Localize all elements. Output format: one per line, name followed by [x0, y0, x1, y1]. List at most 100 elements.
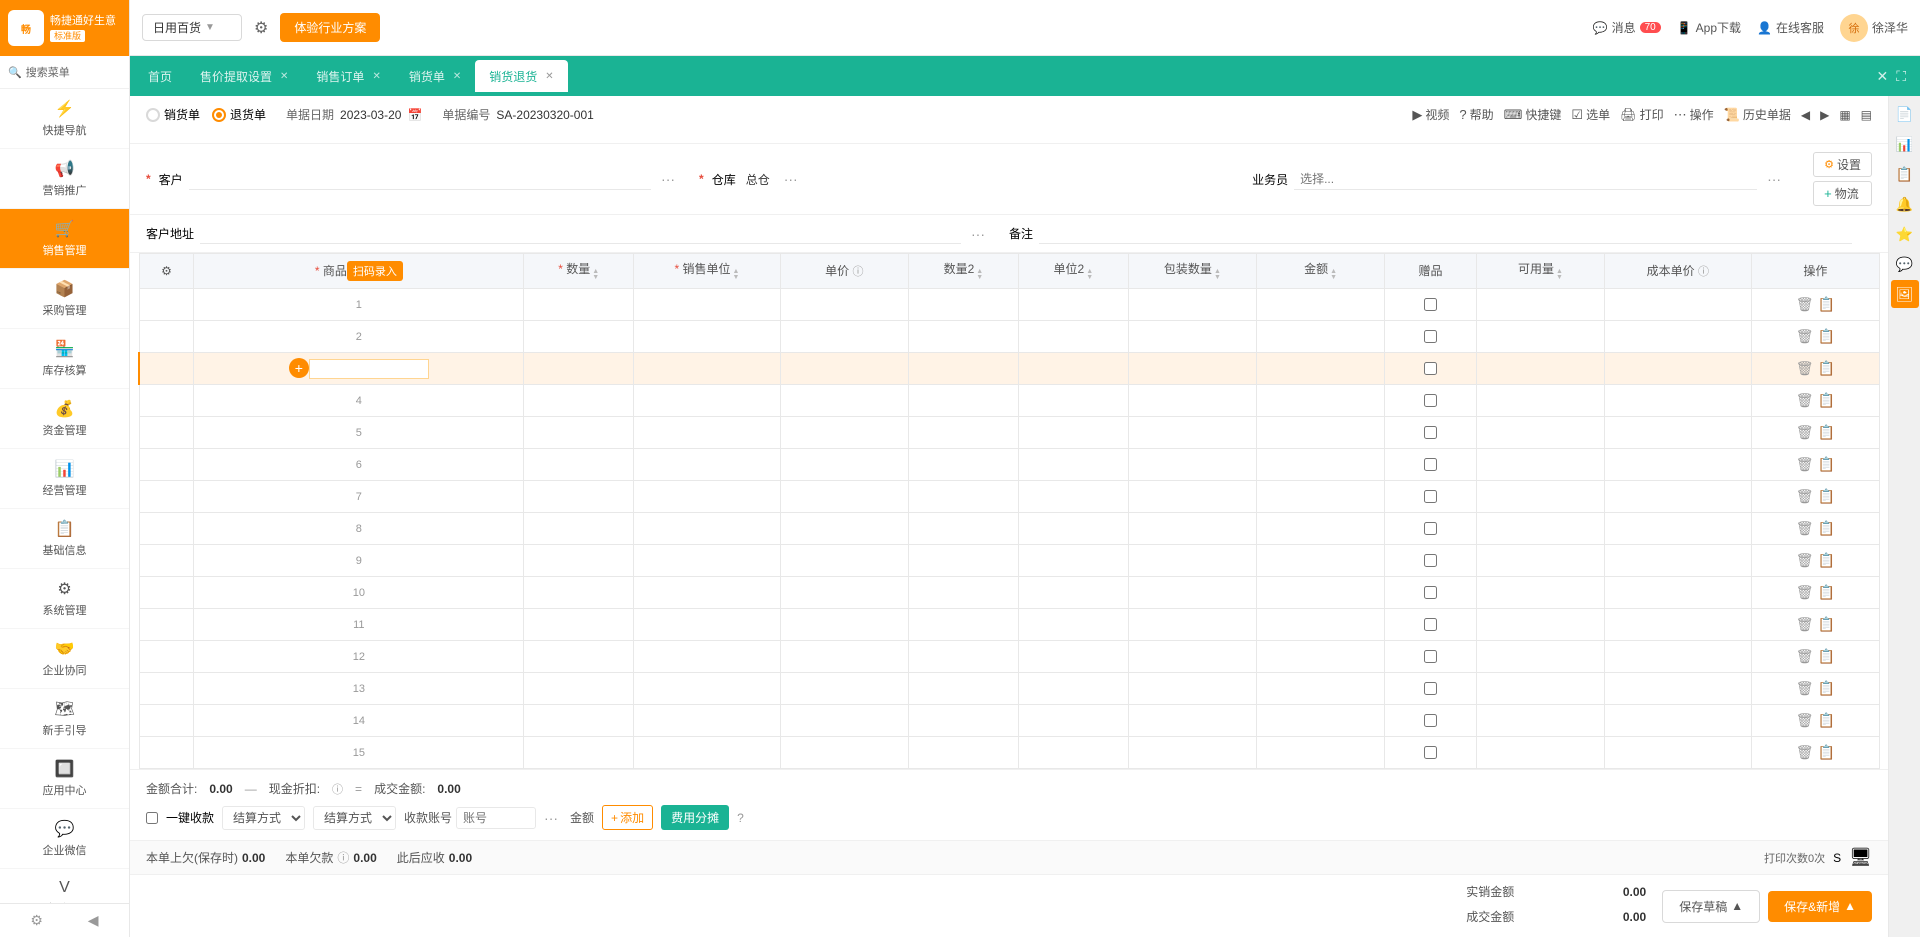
online-service-item[interactable]: 👤 在线客服 — [1757, 19, 1824, 36]
tab-2[interactable]: 销售订单✕ — [302, 60, 394, 92]
account-input[interactable] — [456, 807, 536, 829]
product-cell-12[interactable]: 12 — [194, 640, 524, 672]
scan-button[interactable]: 扫码录入 — [347, 261, 403, 281]
av-cell-5[interactable] — [1476, 416, 1604, 448]
delete-btn-11[interactable]: 🗑 — [1796, 616, 1814, 633]
q2-cell-11[interactable] — [908, 608, 1018, 640]
av-cell-11[interactable] — [1476, 608, 1604, 640]
product-cell-2[interactable]: 2 — [194, 320, 524, 352]
u2-cell-12[interactable] — [1018, 640, 1128, 672]
qty-cell-11[interactable] — [524, 608, 634, 640]
tab-close-3[interactable]: ✕ — [453, 71, 461, 82]
sidebar-settings-btn[interactable]: ⚙ — [30, 912, 43, 929]
cp-cell-13[interactable] — [1605, 672, 1752, 704]
amt-cell-6[interactable] — [1257, 448, 1385, 480]
up-cell-8[interactable] — [780, 512, 908, 544]
tab-1[interactable]: 售价提取设置✕ — [186, 60, 302, 92]
u2-cell-2[interactable] — [1018, 320, 1128, 352]
q2-cell-1[interactable] — [908, 288, 1018, 320]
up-cell-9[interactable] — [780, 544, 908, 576]
product-cell-3[interactable]: + — [194, 352, 524, 384]
qty-cell-5[interactable] — [524, 416, 634, 448]
toolbar-history[interactable]: 📜历史单据 — [1724, 106, 1791, 123]
sidebar-item-shortcut[interactable]: ⚡快捷导航 — [0, 89, 129, 149]
gift-checkbox-3[interactable] — [1424, 362, 1437, 375]
toolbar-help[interactable]: ?帮助 — [1459, 106, 1493, 123]
amt-cell-4[interactable] — [1257, 384, 1385, 416]
radio-return[interactable]: 退货单 — [212, 106, 266, 123]
delete-btn-3[interactable]: 🗑 — [1796, 360, 1814, 377]
tab-3[interactable]: 销货单✕ — [395, 60, 475, 92]
qty-cell-7[interactable] — [524, 480, 634, 512]
gift-checkbox-6[interactable] — [1424, 458, 1437, 471]
cp-cell-6[interactable] — [1605, 448, 1752, 480]
calendar-icon[interactable]: 📅 — [407, 108, 422, 122]
qty-cell-2[interactable] — [524, 320, 634, 352]
toolbar-print[interactable]: 🖨打印 — [1620, 106, 1664, 123]
amt-cell-8[interactable] — [1257, 512, 1385, 544]
sidebar-item-wechat[interactable]: 💬企业微信 — [0, 809, 129, 869]
warehouse-dots[interactable]: ··· — [780, 171, 802, 187]
user-item[interactable]: 徐 徐泽华 — [1840, 14, 1908, 42]
cp-cell-2[interactable] — [1605, 320, 1752, 352]
qty-cell-14[interactable] — [524, 704, 634, 736]
tabs-expand-btn[interactable]: ⛶ — [1894, 66, 1908, 87]
gift-checkbox-9[interactable] — [1424, 554, 1437, 567]
product-cell-5[interactable]: 5 — [194, 416, 524, 448]
sidebar-item-apps[interactable]: 🔲应用中心 — [0, 749, 129, 809]
add-button[interactable]: + 添加 — [602, 805, 653, 830]
product-cell-4[interactable]: 4 — [194, 384, 524, 416]
up-cell-12[interactable] — [780, 640, 908, 672]
pq-cell-3[interactable] — [1128, 352, 1256, 384]
av-cell-12[interactable] — [1476, 640, 1604, 672]
su-cell-11[interactable] — [634, 608, 781, 640]
q2-cell-5[interactable] — [908, 416, 1018, 448]
account-dots[interactable]: ··· — [540, 810, 562, 826]
u2-cell-9[interactable] — [1018, 544, 1128, 576]
up-cell-2[interactable] — [780, 320, 908, 352]
remark-input[interactable] — [1039, 223, 1852, 244]
u2-cell-4[interactable] — [1018, 384, 1128, 416]
delete-btn-2[interactable]: 🗑 — [1796, 328, 1814, 345]
delete-btn-10[interactable]: 🗑 — [1796, 584, 1814, 601]
qty-cell-1[interactable] — [524, 288, 634, 320]
pq-cell-14[interactable] — [1128, 704, 1256, 736]
su-cell-2[interactable] — [634, 320, 781, 352]
sidebar-collapse-btn[interactable]: ◀ — [88, 912, 99, 929]
rt-tool-5[interactable]: 💬 — [1891, 250, 1919, 278]
av-cell-2[interactable] — [1476, 320, 1604, 352]
product-cell-1[interactable]: 1 — [194, 288, 524, 320]
qty-cell-3[interactable] — [524, 352, 634, 384]
pq-cell-15[interactable] — [1128, 736, 1256, 768]
sidebar-item-sales[interactable]: 🛒销售管理 — [0, 209, 129, 269]
toolbar-grid1[interactable]: ▦ — [1839, 108, 1850, 122]
qty-cell-9[interactable] — [524, 544, 634, 576]
amt-cell-2[interactable] — [1257, 320, 1385, 352]
gift-checkbox-2[interactable] — [1424, 330, 1437, 343]
gift-checkbox-8[interactable] — [1424, 522, 1437, 535]
u2-cell-13[interactable] — [1018, 672, 1128, 704]
settlement-select[interactable]: 结算方式 — [222, 806, 305, 830]
cp-cell-14[interactable] — [1605, 704, 1752, 736]
u2-cell-1[interactable] — [1018, 288, 1128, 320]
q2-cell-7[interactable] — [908, 480, 1018, 512]
pq-cell-4[interactable] — [1128, 384, 1256, 416]
up-cell-4[interactable] — [780, 384, 908, 416]
amt-cell-7[interactable] — [1257, 480, 1385, 512]
qty-cell-13[interactable] — [524, 672, 634, 704]
delete-btn-7[interactable]: 🗑 — [1796, 488, 1814, 505]
copy-btn-10[interactable]: 📋 — [1817, 584, 1834, 601]
u2-cell-10[interactable] — [1018, 576, 1128, 608]
tab-0[interactable]: 首页 — [134, 60, 186, 92]
su-cell-8[interactable] — [634, 512, 781, 544]
product-cell-9[interactable]: 9 — [194, 544, 524, 576]
save-draft-button[interactable]: 保存草稿 ▲ — [1662, 890, 1760, 923]
customer-input[interactable] — [189, 169, 651, 190]
product-cell-14[interactable]: 14 — [194, 704, 524, 736]
delete-btn-8[interactable]: 🗑 — [1796, 520, 1814, 537]
cp-cell-7[interactable] — [1605, 480, 1752, 512]
sidebar-item-guide[interactable]: 🗺新手引导 — [0, 689, 129, 749]
sidebar-item-enterprise[interactable]: 🤝企业协同 — [0, 629, 129, 689]
th-gear[interactable]: ⚙ — [139, 254, 194, 289]
q2-cell-4[interactable] — [908, 384, 1018, 416]
